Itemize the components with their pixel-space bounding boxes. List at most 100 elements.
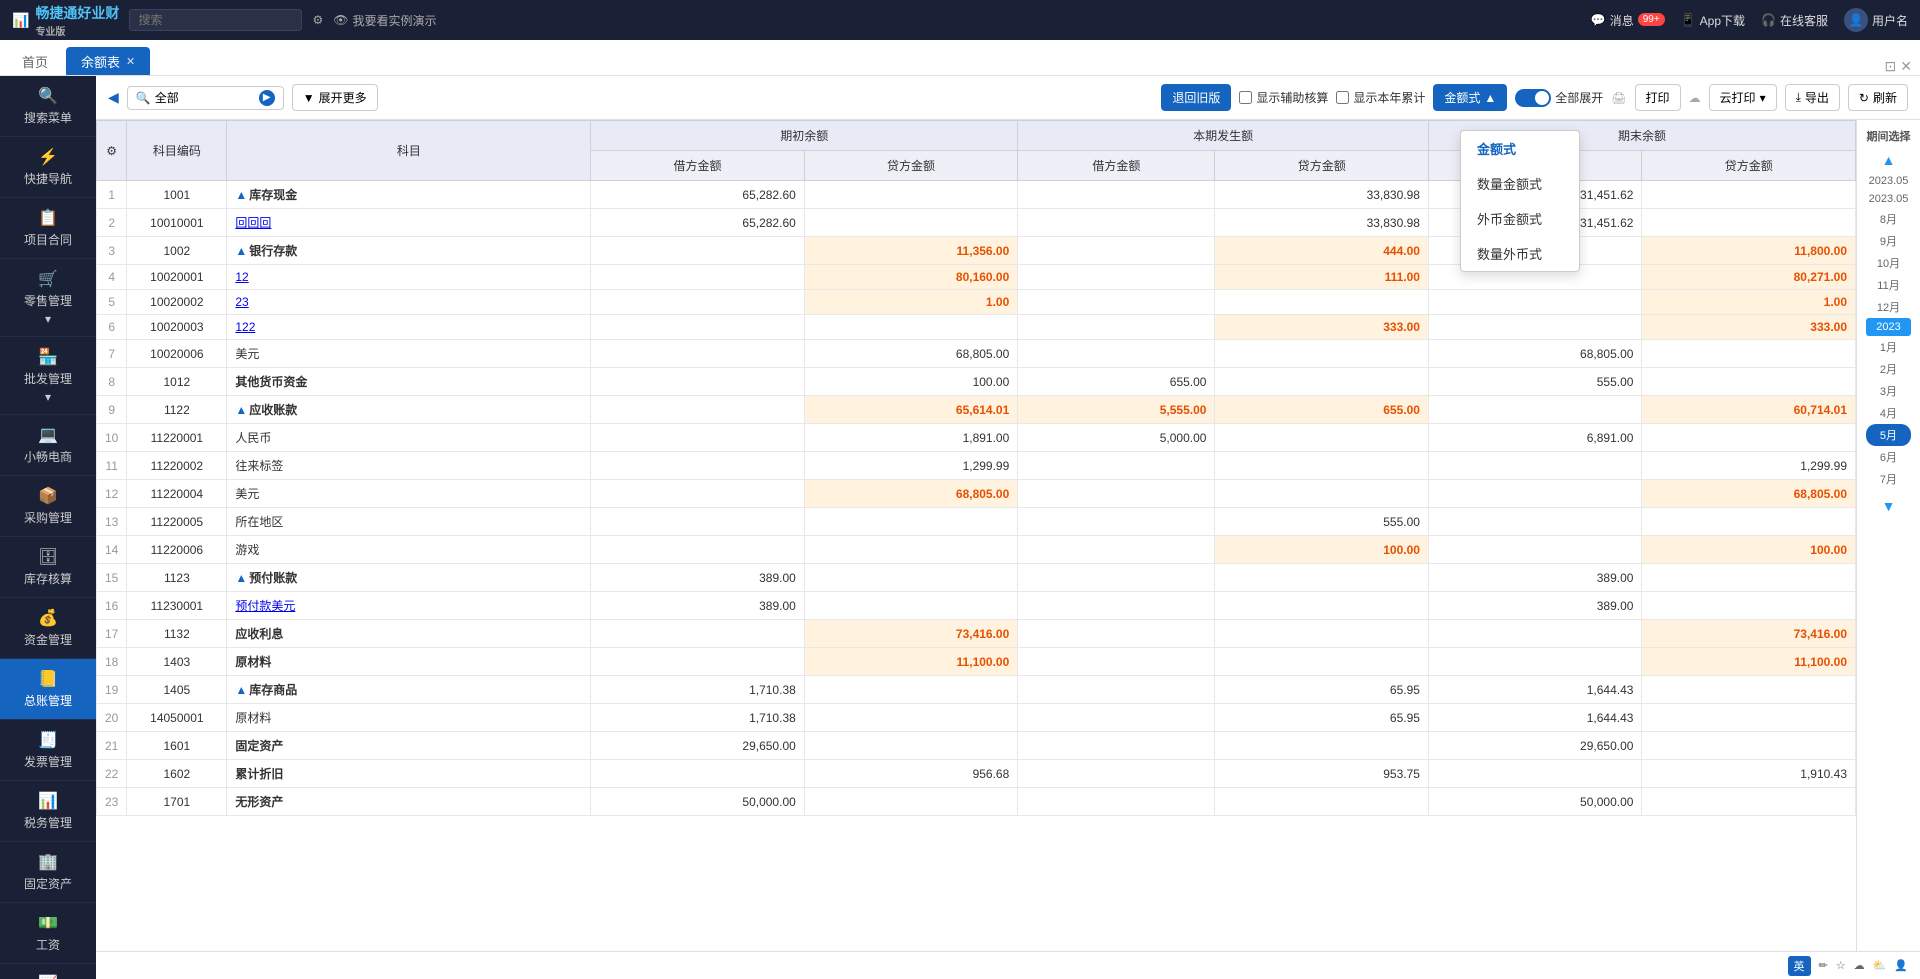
sidebar-item-inventory[interactable]: 🗄 库存核算 bbox=[0, 537, 96, 598]
cloud-print-btn[interactable]: 云打印 ▾ bbox=[1709, 84, 1777, 111]
online-service-btn[interactable]: 🎧 在线客服 bbox=[1761, 12, 1828, 29]
sidebar-item-finance[interactable]: 💰 资金管理 bbox=[0, 598, 96, 659]
global-search-input[interactable] bbox=[129, 9, 302, 31]
dropdown-item-foreign-amount[interactable]: 外币金额式 bbox=[1461, 201, 1579, 236]
status-icon-star[interactable]: ☆ bbox=[1836, 959, 1846, 972]
user-avatar[interactable]: 👤 用户名 bbox=[1844, 8, 1908, 32]
settings-icon[interactable]: ⚙ bbox=[312, 13, 323, 27]
sidebar-item-invoice[interactable]: 🧾 发票管理 bbox=[0, 720, 96, 781]
cell-row-num: 20 bbox=[97, 704, 127, 732]
refresh-btn[interactable]: ↻ 刷新 bbox=[1848, 84, 1908, 111]
demo-link[interactable]: 👁 我要看实例演示 bbox=[333, 12, 436, 29]
cell-opening-debit: 29,650.00 bbox=[591, 732, 804, 760]
export-btn[interactable]: ⤓ 导出 bbox=[1785, 84, 1840, 111]
table-row: 181403原材料11,100.0011,100.00 bbox=[97, 648, 1856, 676]
account-name-link[interactable]: 122 bbox=[235, 320, 255, 334]
cell-account-name[interactable]: 回回回 bbox=[227, 209, 591, 237]
period-2023-year[interactable]: 2023 bbox=[1866, 318, 1912, 336]
tab-minimize-btn[interactable]: ⊡ bbox=[1885, 58, 1897, 75]
dropdown-item-amount[interactable]: 金额式 bbox=[1461, 131, 1579, 166]
cell-period-debit bbox=[1018, 760, 1215, 788]
sidebar-item-ecommerce[interactable]: 💻 小畅电商 bbox=[0, 415, 96, 476]
period-4[interactable]: 4月 bbox=[1866, 402, 1912, 424]
account-name-link[interactable]: 回回回 bbox=[235, 216, 271, 230]
tab-home[interactable]: 首页 bbox=[8, 47, 62, 75]
year-cumul-checkbox-input[interactable] bbox=[1336, 91, 1349, 104]
nav-back-icon[interactable]: ◀ bbox=[108, 89, 119, 106]
return-old-btn[interactable]: 退回旧版 bbox=[1161, 84, 1231, 111]
expand-child-icon[interactable]: ▲ bbox=[235, 683, 247, 697]
period-down-arrow[interactable]: ▼ bbox=[1882, 498, 1896, 514]
table-container[interactable]: ⚙ 科目编码 科目 期初余额 本期发生额 期末余额 借方金额 贷方金额 借方金额… bbox=[96, 120, 1856, 951]
period-6[interactable]: 6月 bbox=[1866, 446, 1912, 468]
cell-account-name[interactable]: 12 bbox=[227, 265, 591, 290]
sidebar-item-wholesale[interactable]: 🏪 批发管理 ▾ bbox=[0, 337, 96, 415]
dropdown-item-quantity-foreign[interactable]: 数量外币式 bbox=[1461, 236, 1579, 271]
lang-btn[interactable]: 英 bbox=[1788, 956, 1811, 976]
expand-all-toggle[interactable] bbox=[1515, 89, 1551, 107]
period-2023-05-1[interactable]: 2023.05 bbox=[1866, 172, 1912, 190]
period-9[interactable]: 9月 bbox=[1866, 230, 1912, 252]
expand-child-icon[interactable]: ▲ bbox=[235, 244, 247, 258]
account-name-link[interactable]: 预付款美元 bbox=[235, 599, 295, 613]
dropdown-item-quantity-amount[interactable]: 数量金额式 bbox=[1461, 166, 1579, 201]
cell-closing-credit bbox=[1642, 508, 1856, 536]
status-icon-cloud2[interactable]: ⛅ bbox=[1873, 959, 1887, 972]
period-up-arrow[interactable]: ▲ bbox=[1882, 152, 1896, 168]
amount-style-btn[interactable]: 金额式 ▲ bbox=[1433, 84, 1507, 111]
auxiliary-checkbox-input[interactable] bbox=[1239, 91, 1252, 104]
period-12[interactable]: 12月 bbox=[1866, 296, 1912, 318]
period-11[interactable]: 11月 bbox=[1866, 274, 1912, 296]
sidebar-item-assets[interactable]: 🏢 固定资产 bbox=[0, 842, 96, 903]
app-download-btn[interactable]: 📱 App下载 bbox=[1681, 12, 1745, 29]
sidebar-item-salary[interactable]: 💵 工资 bbox=[0, 903, 96, 964]
period-5[interactable]: 5月 bbox=[1866, 424, 1912, 446]
account-name-link[interactable]: 23 bbox=[235, 295, 248, 309]
status-bar: 英 ✏ ☆ ☁ ⛅ 👤 bbox=[96, 951, 1920, 979]
sidebar-item-purchase[interactable]: 📦 采购管理 bbox=[0, 476, 96, 537]
status-icon-edit[interactable]: ✏ bbox=[1819, 959, 1828, 972]
sidebar-item-ledger[interactable]: 📒 总账管理 bbox=[0, 659, 96, 720]
sidebar-item-project[interactable]: 📋 项目合同 bbox=[0, 198, 96, 259]
expand-more-btn[interactable]: ▼ 展开更多 bbox=[292, 84, 378, 111]
period-3[interactable]: 3月 bbox=[1866, 380, 1912, 402]
status-icon-person[interactable]: 👤 bbox=[1894, 959, 1908, 972]
show-auxiliary-checkbox[interactable]: 显示辅助核算 bbox=[1239, 89, 1328, 106]
sidebar-item-retail[interactable]: 🛒 零售管理 ▾ bbox=[0, 259, 96, 337]
account-search-input[interactable] bbox=[155, 91, 255, 105]
search-clear-icon[interactable]: ▶ bbox=[259, 90, 275, 106]
period-7[interactable]: 7月 bbox=[1866, 468, 1912, 490]
tab-close-btn[interactable]: ✕ bbox=[1900, 58, 1912, 75]
print-btn[interactable]: 打印 bbox=[1635, 84, 1681, 111]
table-row: 1311220005所在地区555.00 bbox=[97, 508, 1856, 536]
content-area: ◀ 🔍 ▶ ▼ 展开更多 退回旧版 显示辅助核算 bbox=[96, 76, 1920, 979]
app-icon: 📊 bbox=[12, 12, 29, 29]
cell-account-name[interactable]: 122 bbox=[227, 315, 591, 340]
table-row: 1011220001人民币1,891.005,000.006,891.00 bbox=[97, 424, 1856, 452]
period-2[interactable]: 2月 bbox=[1866, 358, 1912, 380]
account-name-link[interactable]: 12 bbox=[235, 270, 248, 284]
sidebar-item-operations[interactable]: 📈 经营管理 bbox=[0, 964, 96, 979]
tab-close-icon[interactable]: ✕ bbox=[126, 55, 135, 68]
cell-account-name[interactable]: 预付款美元 bbox=[227, 592, 591, 620]
period-1[interactable]: 1月 bbox=[1866, 336, 1912, 358]
expand-child-icon[interactable]: ▲ bbox=[235, 571, 247, 585]
th-period-credit: 贷方金额 bbox=[1215, 151, 1428, 181]
expand-child-icon[interactable]: ▲ bbox=[235, 403, 247, 417]
period-8[interactable]: 8月 bbox=[1866, 208, 1912, 230]
cell-account-name[interactable]: 23 bbox=[227, 290, 591, 315]
expand-child-icon[interactable]: ▲ bbox=[235, 188, 247, 202]
show-year-cumul-checkbox[interactable]: 显示本年累计 bbox=[1336, 89, 1425, 106]
period-2023-05-2[interactable]: 2023.05 bbox=[1866, 190, 1912, 208]
sidebar-label-wholesale: 批发管理 bbox=[24, 370, 72, 387]
tab-balance[interactable]: 余额表 ✕ bbox=[66, 47, 150, 75]
cell-opening-credit: 68,805.00 bbox=[804, 340, 1017, 368]
sidebar-item-tax[interactable]: 📊 税务管理 bbox=[0, 781, 96, 842]
status-icon-cloud[interactable]: ☁ bbox=[1854, 959, 1865, 972]
sidebar-item-quicknav[interactable]: ⚡ 快捷导航 bbox=[0, 137, 96, 198]
period-10[interactable]: 10月 bbox=[1866, 252, 1912, 274]
message-btn[interactable]: 💬 消息 99+ bbox=[1591, 12, 1665, 29]
cell-closing-debit: 6,891.00 bbox=[1428, 424, 1641, 452]
sidebar-item-search[interactable]: 🔍 搜索菜单 bbox=[0, 76, 96, 137]
th-settings[interactable]: ⚙ bbox=[97, 121, 127, 181]
